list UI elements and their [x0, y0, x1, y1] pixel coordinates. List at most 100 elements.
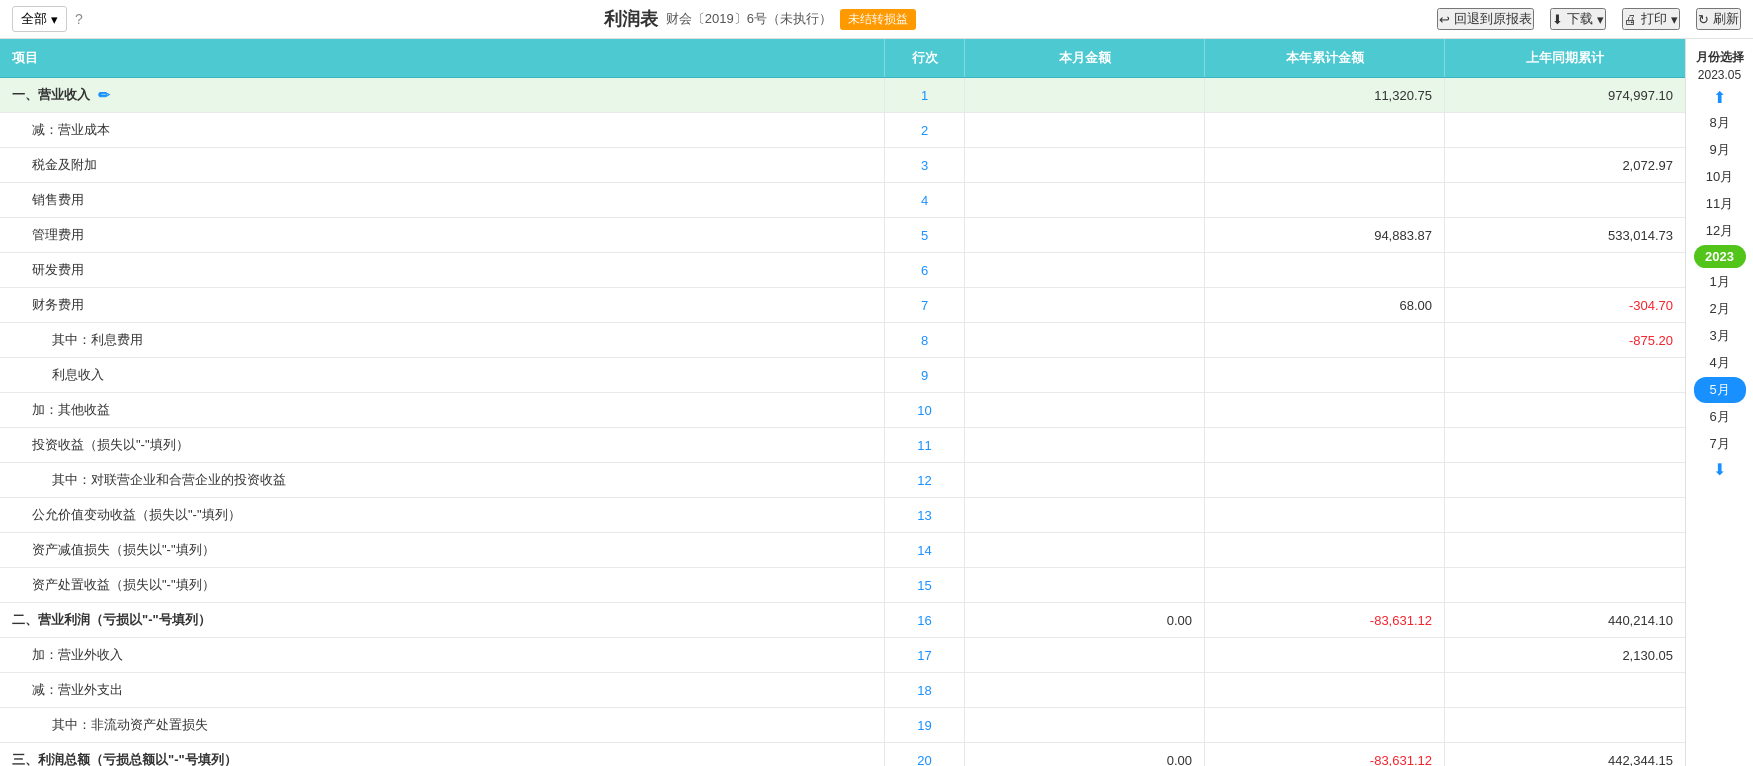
- row-item-label: 其中：非流动资产处置损失: [0, 708, 885, 742]
- back-to-original-btn[interactable]: ↩ 回退到原报表: [1437, 8, 1534, 30]
- row-num: 4: [885, 183, 965, 217]
- row-year-accum: [1205, 253, 1445, 287]
- row-last-year: [1445, 253, 1685, 287]
- row-year-accum: [1205, 393, 1445, 427]
- row-last-year: 533,014.73: [1445, 218, 1685, 252]
- month-item[interactable]: 4月: [1694, 350, 1746, 376]
- month-item[interactable]: 3月: [1694, 323, 1746, 349]
- nav-up-icon[interactable]: ⬆: [1713, 86, 1726, 109]
- row-month-amount: [965, 568, 1205, 602]
- row-month-amount: 0.00: [965, 743, 1205, 766]
- table-row: 加：营业外收入 17 2,130.05: [0, 638, 1685, 673]
- row-last-year: -875.20: [1445, 323, 1685, 357]
- table-row: 其中：对联营企业和合营企业的投资收益 12: [0, 463, 1685, 498]
- header-last-year: 上年同期累计: [1445, 39, 1685, 77]
- table-body: 一、营业收入 ✏ 1 11,320.75 974,997.10 减：营业成本 2…: [0, 78, 1685, 766]
- row-item-label: 加：其他收益: [0, 393, 885, 427]
- month-item[interactable]: 2月: [1694, 296, 1746, 322]
- help-icon[interactable]: ?: [75, 11, 83, 27]
- chevron-down-icon: ▾: [51, 12, 58, 27]
- table-row: 减：营业外支出 18: [0, 673, 1685, 708]
- row-item-label: 资产处置收益（损失以"-"填列）: [0, 568, 885, 602]
- row-month-amount: [965, 428, 1205, 462]
- table-row: 财务费用 7 68.00 -304.70: [0, 288, 1685, 323]
- row-month-amount: 0.00: [965, 603, 1205, 637]
- row-num: 3: [885, 148, 965, 182]
- row-year-accum: 68.00: [1205, 288, 1445, 322]
- row-last-year: 440,214.10: [1445, 603, 1685, 637]
- row-num: 13: [885, 498, 965, 532]
- table-row: 销售费用 4: [0, 183, 1685, 218]
- row-month-amount: [965, 673, 1205, 707]
- row-year-accum: [1205, 673, 1445, 707]
- month-sidebar-label: 月份选择: [1696, 43, 1744, 68]
- month-item[interactable]: 9月: [1694, 137, 1746, 163]
- nav-down-icon[interactable]: ⬇: [1713, 458, 1726, 481]
- header-month-amount: 本月金额: [965, 39, 1205, 77]
- top-bar-right: ↩ 回退到原报表 ⬇ 下载 ▾ 🖨 打印 ▾ ↻ 刷新: [1437, 8, 1741, 30]
- table-row: 税金及附加 3 2,072.97: [0, 148, 1685, 183]
- download-btn[interactable]: ⬇ 下载 ▾: [1550, 8, 1606, 30]
- row-last-year: [1445, 463, 1685, 497]
- table-header: 项目 行次 本月金额 本年累计金额 上年同期累计: [0, 39, 1685, 78]
- row-year-accum: -83,631.12: [1205, 603, 1445, 637]
- row-item-label: 利息收入: [0, 358, 885, 392]
- row-item-label: 投资收益（损失以"-"填列）: [0, 428, 885, 462]
- row-month-amount: [965, 358, 1205, 392]
- row-month-amount: [965, 288, 1205, 322]
- main-content: 项目 行次 本月金额 本年累计金额 上年同期累计 一、营业收入 ✏: [0, 39, 1753, 766]
- table-row: 管理费用 5 94,883.87 533,014.73: [0, 218, 1685, 253]
- row-num: 2: [885, 113, 965, 147]
- row-num: 6: [885, 253, 965, 287]
- row-item-label: 研发费用: [0, 253, 885, 287]
- row-year-accum: [1205, 568, 1445, 602]
- month-item[interactable]: 7月: [1694, 431, 1746, 457]
- row-month-amount: [965, 533, 1205, 567]
- row-year-accum: [1205, 463, 1445, 497]
- row-month-amount: [965, 393, 1205, 427]
- header-row-num: 行次: [885, 39, 965, 77]
- row-month-amount: [965, 708, 1205, 742]
- print-btn[interactable]: 🖨 打印 ▾: [1622, 8, 1680, 30]
- scope-dropdown-label: 全部: [21, 10, 47, 28]
- refresh-icon: ↻: [1698, 12, 1709, 27]
- month-item[interactable]: 12月: [1694, 218, 1746, 244]
- row-year-accum: [1205, 498, 1445, 532]
- print-icon: 🖨: [1624, 12, 1637, 27]
- month-item[interactable]: 8月: [1694, 110, 1746, 136]
- month-item[interactable]: 1月: [1694, 269, 1746, 295]
- header-year-accum: 本年累计金额: [1205, 39, 1445, 77]
- table-row: 利息收入 9: [0, 358, 1685, 393]
- row-last-year: [1445, 533, 1685, 567]
- top-bar-center: 利润表 财会〔2019〕6号（未执行） 未结转损益: [604, 7, 916, 31]
- row-last-year: [1445, 568, 1685, 602]
- month-item[interactable]: 6月: [1694, 404, 1746, 430]
- row-last-year: 974,997.10: [1445, 78, 1685, 112]
- row-num: 19: [885, 708, 965, 742]
- row-month-amount: [965, 323, 1205, 357]
- month-item[interactable]: 11月: [1694, 191, 1746, 217]
- month-item[interactable]: 5月: [1694, 377, 1746, 403]
- unexecuted-badge: 未结转损益: [840, 9, 916, 30]
- table-row: 减：营业成本 2: [0, 113, 1685, 148]
- top-bar: 全部 ▾ ? 利润表 财会〔2019〕6号（未执行） 未结转损益 ↩ 回退到原报…: [0, 0, 1753, 39]
- row-last-year: [1445, 708, 1685, 742]
- chevron-down-icon: ▾: [1671, 12, 1678, 27]
- row-item-label: 税金及附加: [0, 148, 885, 182]
- refresh-btn[interactable]: ↻ 刷新: [1696, 8, 1741, 30]
- row-last-year: -304.70: [1445, 288, 1685, 322]
- row-last-year: 2,130.05: [1445, 638, 1685, 672]
- month-item[interactable]: 2023: [1694, 245, 1746, 268]
- top-bar-left: 全部 ▾ ?: [12, 6, 83, 32]
- row-num: 15: [885, 568, 965, 602]
- row-month-amount: [965, 218, 1205, 252]
- scope-dropdown[interactable]: 全部 ▾: [12, 6, 67, 32]
- edit-icon[interactable]: ✏: [98, 87, 110, 103]
- row-item-label: 加：营业外收入: [0, 638, 885, 672]
- row-month-amount: [965, 253, 1205, 287]
- row-year-accum: [1205, 148, 1445, 182]
- row-year-accum: [1205, 183, 1445, 217]
- table-row: 加：其他收益 10: [0, 393, 1685, 428]
- month-item[interactable]: 10月: [1694, 164, 1746, 190]
- row-year-accum: [1205, 428, 1445, 462]
